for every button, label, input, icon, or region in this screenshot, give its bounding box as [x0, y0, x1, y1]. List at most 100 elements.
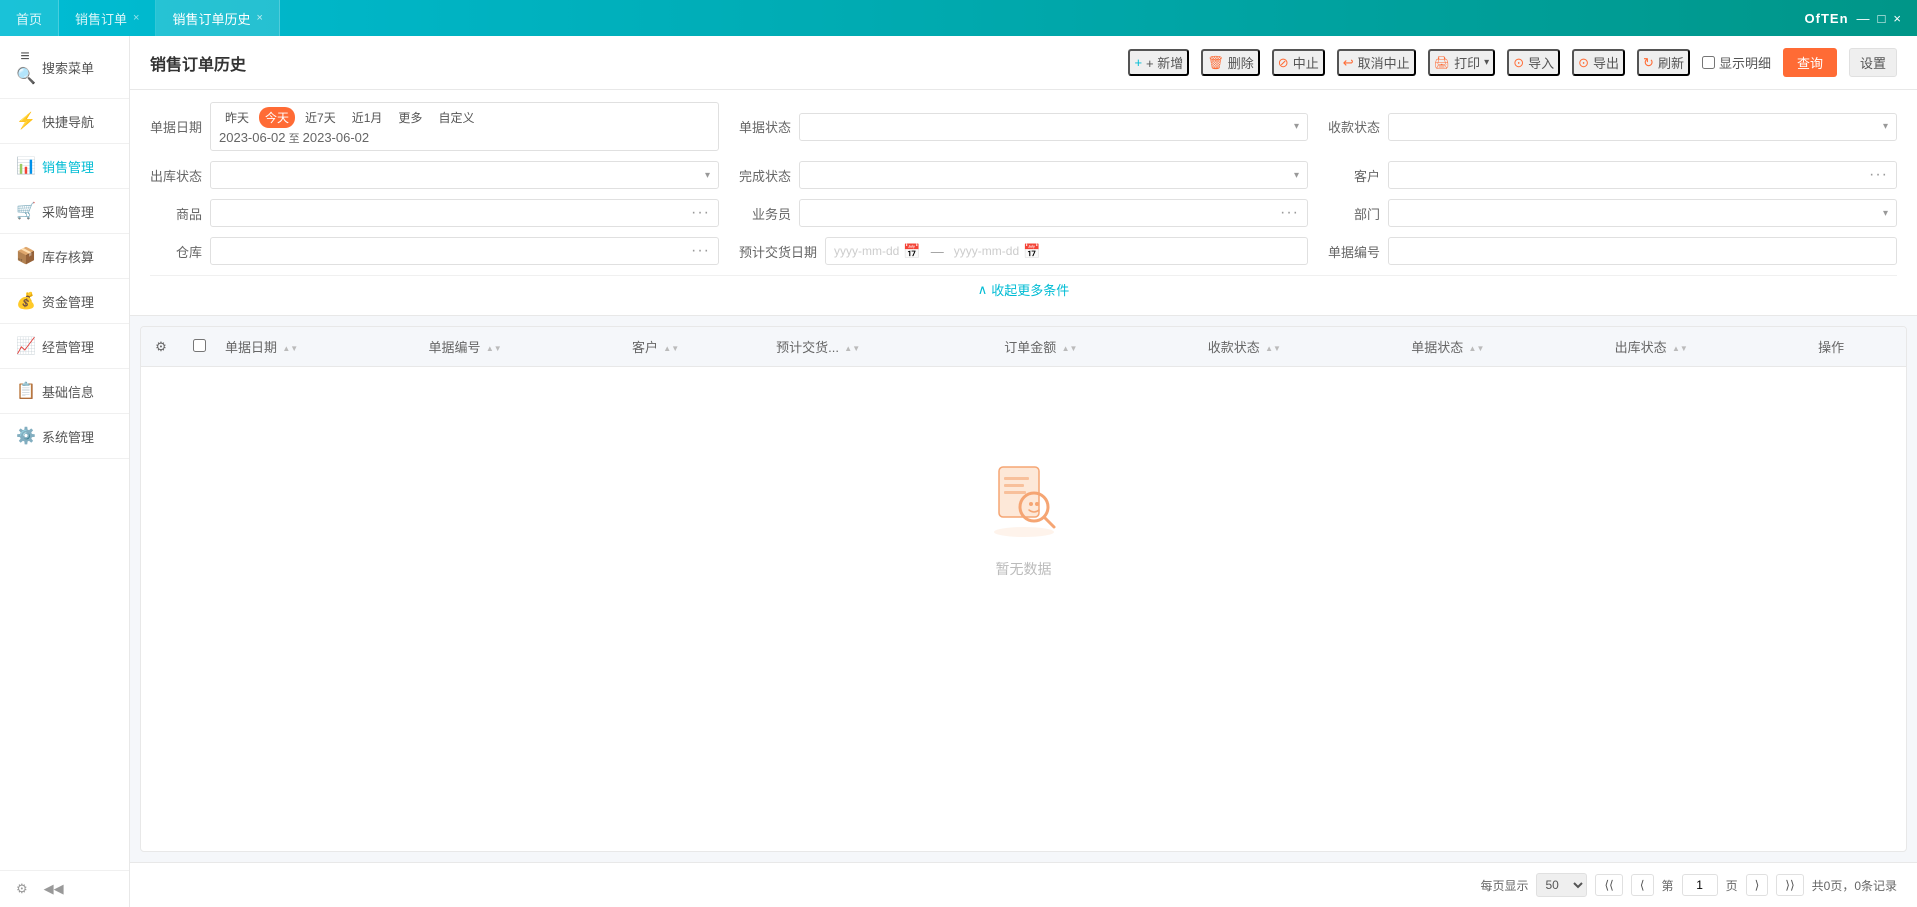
new-label: + 新增 [1146, 53, 1183, 72]
window-maximize[interactable]: □ [1878, 11, 1886, 26]
delete-button[interactable]: 🗑 删除 [1201, 49, 1260, 76]
select-all-checkbox[interactable] [193, 339, 206, 352]
filter-warehouse-item: 仓库 ··· [150, 237, 719, 265]
tab-home-label: 首页 [16, 9, 42, 28]
bill-status-control[interactable]: ▾ [799, 113, 1308, 141]
print-label: 打印 [1454, 53, 1480, 72]
date-tab-yesterday[interactable]: 昨天 [219, 107, 255, 128]
first-page-btn[interactable]: ⟨⟨ [1595, 874, 1622, 896]
data-table: ⚙ 单据日期 ▲▼ 单据编号 ▲▼ [141, 327, 1906, 659]
table-checkbox-col[interactable] [181, 327, 217, 367]
date-tab-custom[interactable]: 自定义 [432, 107, 480, 128]
prev-page-btn[interactable]: ⟨ [1631, 874, 1654, 896]
new-button[interactable]: + + 新增 [1128, 49, 1189, 76]
sidebar-item-finance[interactable]: 💰 资金管理 [0, 279, 129, 324]
display-detail-checkbox[interactable] [1702, 56, 1715, 69]
sidebar-settings-icon[interactable]: ⚙ [16, 881, 28, 897]
page-unit: 页 [1726, 877, 1738, 894]
col-order-amount-sort[interactable]: ▲▼ [1062, 345, 1078, 353]
bill-number-label: 单据编号 [1328, 242, 1388, 261]
expected-date-control[interactable]: yyyy-mm-dd 📅 — yyyy-mm-dd 📅 [825, 237, 1308, 265]
tab-sales-order[interactable]: 销售订单 × [59, 0, 156, 36]
query-button[interactable]: 查询 [1783, 48, 1837, 77]
salesperson-control[interactable]: ··· [799, 199, 1308, 227]
import-icon: ⊙ [1513, 55, 1524, 71]
col-bill-number: 单据编号 ▲▼ [420, 327, 623, 367]
table-settings-icon[interactable]: ⚙ [155, 339, 167, 354]
sidebar-item-inventory-label: 库存核算 [42, 247, 94, 266]
date-tab-7days[interactable]: 近7天 [299, 107, 342, 128]
table-area: ⚙ 单据日期 ▲▼ 单据编号 ▲▼ [140, 326, 1907, 852]
bill-number-control[interactable] [1388, 237, 1897, 265]
salesperson-dots: ··· [1280, 204, 1299, 222]
col-payment-status-label: 收款状态 [1208, 340, 1260, 355]
cal-end-icon[interactable]: 📅 [1023, 243, 1040, 260]
sidebar-item-sales[interactable]: 📊 销售管理 [0, 144, 129, 189]
import-label: 导入 [1528, 53, 1554, 72]
filter-date-item: 单据日期 昨天 今天 近7天 近1月 更多 自定义 2023-06-02 至 2… [150, 102, 719, 151]
window-minimize[interactable]: — [1857, 11, 1870, 26]
window-close[interactable]: × [1893, 11, 1901, 26]
delivery-status-control[interactable]: ▾ [210, 161, 719, 189]
new-icon: + [1134, 55, 1142, 70]
cal-start-icon[interactable]: 📅 [903, 243, 920, 260]
print-icon: 🖨 [1434, 55, 1451, 71]
customer-control[interactable]: ··· [1388, 161, 1897, 189]
sidebar-item-quick-nav[interactable]: ⚡ 快捷导航 [0, 99, 129, 144]
warehouse-control[interactable]: ··· [210, 237, 719, 265]
goods-control[interactable]: ··· [210, 199, 719, 227]
sidebar-item-search-menu[interactable]: ≡🔍 搜索菜单 [0, 36, 129, 99]
complete-status-control[interactable]: ▾ [799, 161, 1308, 189]
tab-sales-order-history[interactable]: 销售订单历史 × [156, 0, 279, 36]
department-control[interactable]: ▾ [1388, 199, 1897, 227]
refresh-button[interactable]: ↻ 刷新 [1637, 49, 1690, 76]
page-size-select[interactable]: 50 20 100 [1536, 873, 1587, 897]
date-tab-today[interactable]: 今天 [259, 107, 295, 128]
next-page-btn[interactable]: ⟩ [1746, 874, 1769, 896]
display-detail-toggle[interactable]: 显示明细 [1702, 53, 1771, 72]
filter-customer-item: 客户 ··· [1328, 161, 1897, 189]
filter-row-4: 仓库 ··· 预计交货日期 yyyy-mm-dd 📅 — yyyy-mm-dd … [150, 237, 1897, 265]
sidebar-item-search-menu-label: 搜索菜单 [42, 58, 94, 77]
page-number-input[interactable] [1682, 874, 1718, 896]
col-bill-date: 单据日期 ▲▼ [217, 327, 420, 367]
suspend-button[interactable]: ⊘ 中止 [1272, 49, 1325, 76]
export-icon: ⊙ [1578, 55, 1589, 71]
col-bill-number-sort[interactable]: ▲▼ [486, 345, 502, 353]
col-bill-date-sort[interactable]: ▲▼ [282, 345, 298, 353]
sidebar-item-purchase[interactable]: 🛒 采购管理 [0, 189, 129, 234]
date-tab-1month[interactable]: 近1月 [346, 107, 389, 128]
settings-button[interactable]: 设置 [1849, 48, 1897, 77]
col-customer-sort[interactable]: ▲▼ [663, 345, 679, 353]
page-size-label: 每页显示 [1480, 877, 1528, 894]
import-button[interactable]: ⊙ 导入 [1507, 49, 1560, 76]
last-page-btn[interactable]: ⟩⟩ [1776, 874, 1803, 896]
sidebar-item-base-info[interactable]: 📋 基础信息 [0, 369, 129, 414]
delivery-status-label: 出库状态 [150, 166, 210, 185]
filter-payment-status-item: 收款状态 ▾ [1328, 113, 1897, 141]
cancel-suspend-button[interactable]: ↩ 取消中止 [1337, 49, 1416, 76]
filter-salesperson-item: 业务员 ··· [739, 199, 1308, 227]
sidebar-item-sales-label: 销售管理 [42, 157, 94, 176]
sidebar-item-inventory[interactable]: 📦 库存核算 [0, 234, 129, 279]
col-delivery-status: 出库状态 ▲▼ [1607, 327, 1810, 367]
sidebar-collapse-icon[interactable]: ◀◀ [44, 881, 64, 897]
tab-home[interactable]: 首页 [0, 0, 59, 36]
col-payment-status-sort[interactable]: ▲▼ [1265, 345, 1281, 353]
sidebar-item-system[interactable]: ⚙️ 系统管理 [0, 414, 129, 459]
tab-sales-order-history-close[interactable]: × [256, 12, 262, 24]
filter-complete-status-item: 完成状态 ▾ [739, 161, 1308, 189]
print-button[interactable]: 🖨 打印 [1428, 49, 1496, 76]
export-button[interactable]: ⊙ 导出 [1572, 49, 1625, 76]
table-settings-col[interactable]: ⚙ [141, 327, 181, 367]
col-expected-delivery-sort[interactable]: ▲▼ [844, 345, 860, 353]
payment-status-control[interactable]: ▾ [1388, 113, 1897, 141]
empty-illustration [974, 447, 1074, 547]
sidebar-item-operations[interactable]: 📈 经营管理 [0, 324, 129, 369]
date-tab-more[interactable]: 更多 [392, 107, 428, 128]
date-label: 单据日期 [150, 117, 210, 136]
tab-sales-order-close[interactable]: × [133, 12, 139, 24]
col-bill-status-sort[interactable]: ▲▼ [1469, 345, 1485, 353]
collapse-more-filters[interactable]: ∧ 收起更多条件 [150, 275, 1897, 303]
col-delivery-status-sort[interactable]: ▲▼ [1672, 345, 1688, 353]
